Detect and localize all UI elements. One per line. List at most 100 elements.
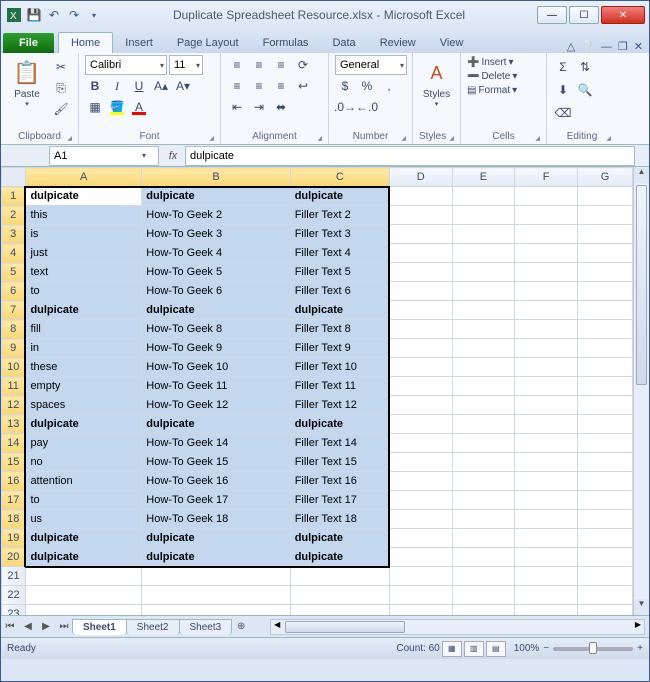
cell-C21[interactable]	[290, 567, 389, 586]
cell-D15[interactable]	[389, 453, 452, 472]
align-right-icon[interactable]: ≡	[271, 76, 291, 96]
underline-button[interactable]: U	[129, 76, 149, 96]
worksheet-grid[interactable]: ABCDEFG1dulpicatedulpicatedulpicate2this…	[1, 167, 649, 615]
col-header-E[interactable]: E	[452, 168, 515, 187]
help-icon[interactable]: ❔	[581, 40, 595, 53]
cell-F9[interactable]	[515, 339, 578, 358]
tab-home[interactable]: Home	[58, 32, 113, 53]
fx-icon[interactable]: fx	[161, 150, 185, 162]
cell-G4[interactable]	[578, 244, 633, 263]
cell-F21[interactable]	[515, 567, 578, 586]
col-header-B[interactable]: B	[142, 168, 290, 187]
minimize-ribbon-icon[interactable]: △	[567, 40, 575, 53]
cell-A23[interactable]	[25, 605, 141, 616]
col-header-D[interactable]: D	[389, 168, 452, 187]
cell-A17[interactable]: to	[25, 491, 141, 510]
doc-restore-icon[interactable]: ❐	[618, 40, 628, 53]
bold-button[interactable]: B	[85, 76, 105, 96]
align-middle-icon[interactable]: ≡	[249, 55, 269, 75]
cell-E18[interactable]	[452, 510, 515, 529]
cell-A10[interactable]: these	[25, 358, 141, 377]
cell-C2[interactable]: Filler Text 2	[290, 206, 389, 225]
percent-icon[interactable]: %	[357, 76, 377, 96]
row-header-17[interactable]: 17	[2, 491, 26, 510]
cell-F15[interactable]	[515, 453, 578, 472]
sheet-tab-sheet3[interactable]: Sheet3	[179, 619, 233, 635]
cell-C13[interactable]: dulpicate	[290, 415, 389, 434]
font-size-combo[interactable]: 11	[169, 55, 203, 75]
scroll-up-icon[interactable]: ▲	[634, 167, 649, 183]
scroll-thumb[interactable]	[636, 185, 647, 385]
tab-view[interactable]: View	[428, 33, 476, 53]
cell-A11[interactable]: empty	[25, 377, 141, 396]
cell-D23[interactable]	[389, 605, 452, 616]
qat-dropdown-icon[interactable]: ▾	[85, 6, 103, 24]
cell-A5[interactable]: text	[25, 263, 141, 282]
border-icon[interactable]: ▦	[85, 97, 105, 117]
cell-C15[interactable]: Filler Text 15	[290, 453, 389, 472]
cell-E16[interactable]	[452, 472, 515, 491]
cell-E14[interactable]	[452, 434, 515, 453]
cell-B23[interactable]	[142, 605, 290, 616]
cell-F23[interactable]	[515, 605, 578, 616]
cell-B22[interactable]	[142, 586, 290, 605]
cell-A14[interactable]: pay	[25, 434, 141, 453]
row-header-20[interactable]: 20	[2, 548, 26, 567]
redo-icon[interactable]: ↷	[65, 6, 83, 24]
cell-E22[interactable]	[452, 586, 515, 605]
row-header-21[interactable]: 21	[2, 567, 26, 586]
italic-button[interactable]: I	[107, 76, 127, 96]
formula-bar[interactable]: dulpicate	[185, 146, 635, 166]
cell-D2[interactable]	[389, 206, 452, 225]
cell-B7[interactable]: dulpicate	[142, 301, 290, 320]
sort-filter-icon[interactable]: ⇅	[575, 57, 595, 77]
decrease-indent-icon[interactable]: ⇤	[227, 97, 247, 117]
format-cells-button[interactable]: ▤Format ▾	[467, 85, 517, 96]
doc-close-icon[interactable]: ✕	[634, 40, 643, 53]
cell-G8[interactable]	[578, 320, 633, 339]
font-name-combo[interactable]: Calibri	[85, 55, 167, 75]
cell-A20[interactable]: dulpicate	[25, 548, 141, 567]
delete-cells-button[interactable]: ➖Delete ▾	[467, 71, 517, 82]
find-icon[interactable]: 🔍	[575, 80, 595, 100]
view-normal-icon[interactable]: ▦	[442, 641, 462, 657]
cell-C5[interactable]: Filler Text 5	[290, 263, 389, 282]
row-header-9[interactable]: 9	[2, 339, 26, 358]
cell-B20[interactable]: dulpicate	[142, 548, 290, 567]
zoom-out-icon[interactable]: −	[543, 643, 549, 654]
cell-D12[interactable]	[389, 396, 452, 415]
cell-A22[interactable]	[25, 586, 141, 605]
cell-G7[interactable]	[578, 301, 633, 320]
cell-E23[interactable]	[452, 605, 515, 616]
cell-F13[interactable]	[515, 415, 578, 434]
cell-G21[interactable]	[578, 567, 633, 586]
cell-C22[interactable]	[290, 586, 389, 605]
cell-D9[interactable]	[389, 339, 452, 358]
cell-D22[interactable]	[389, 586, 452, 605]
cell-G19[interactable]	[578, 529, 633, 548]
cell-E7[interactable]	[452, 301, 515, 320]
cell-G3[interactable]	[578, 225, 633, 244]
wrap-text-icon[interactable]: ↩	[293, 76, 313, 96]
paste-button[interactable]: 📋 Paste ▾	[7, 55, 47, 130]
cell-D19[interactable]	[389, 529, 452, 548]
cell-F7[interactable]	[515, 301, 578, 320]
row-header-11[interactable]: 11	[2, 377, 26, 396]
scroll-left-icon[interactable]: ◀	[271, 620, 283, 634]
cell-C23[interactable]	[290, 605, 389, 616]
currency-icon[interactable]: $	[335, 76, 355, 96]
minimize-button[interactable]: —	[537, 6, 567, 24]
zoom-in-icon[interactable]: +	[637, 643, 643, 654]
cell-G9[interactable]	[578, 339, 633, 358]
cell-B14[interactable]: How-To Geek 14	[142, 434, 290, 453]
cell-C7[interactable]: dulpicate	[290, 301, 389, 320]
insert-cells-button[interactable]: ➕Insert ▾	[467, 57, 517, 68]
cell-C19[interactable]: dulpicate	[290, 529, 389, 548]
tab-formulas[interactable]: Formulas	[251, 33, 321, 53]
cell-G15[interactable]	[578, 453, 633, 472]
col-header-G[interactable]: G	[578, 168, 633, 187]
font-color-icon[interactable]: A	[129, 97, 149, 117]
cell-F8[interactable]	[515, 320, 578, 339]
cell-C16[interactable]: Filler Text 16	[290, 472, 389, 491]
sheet-tab-sheet2[interactable]: Sheet2	[126, 619, 180, 635]
